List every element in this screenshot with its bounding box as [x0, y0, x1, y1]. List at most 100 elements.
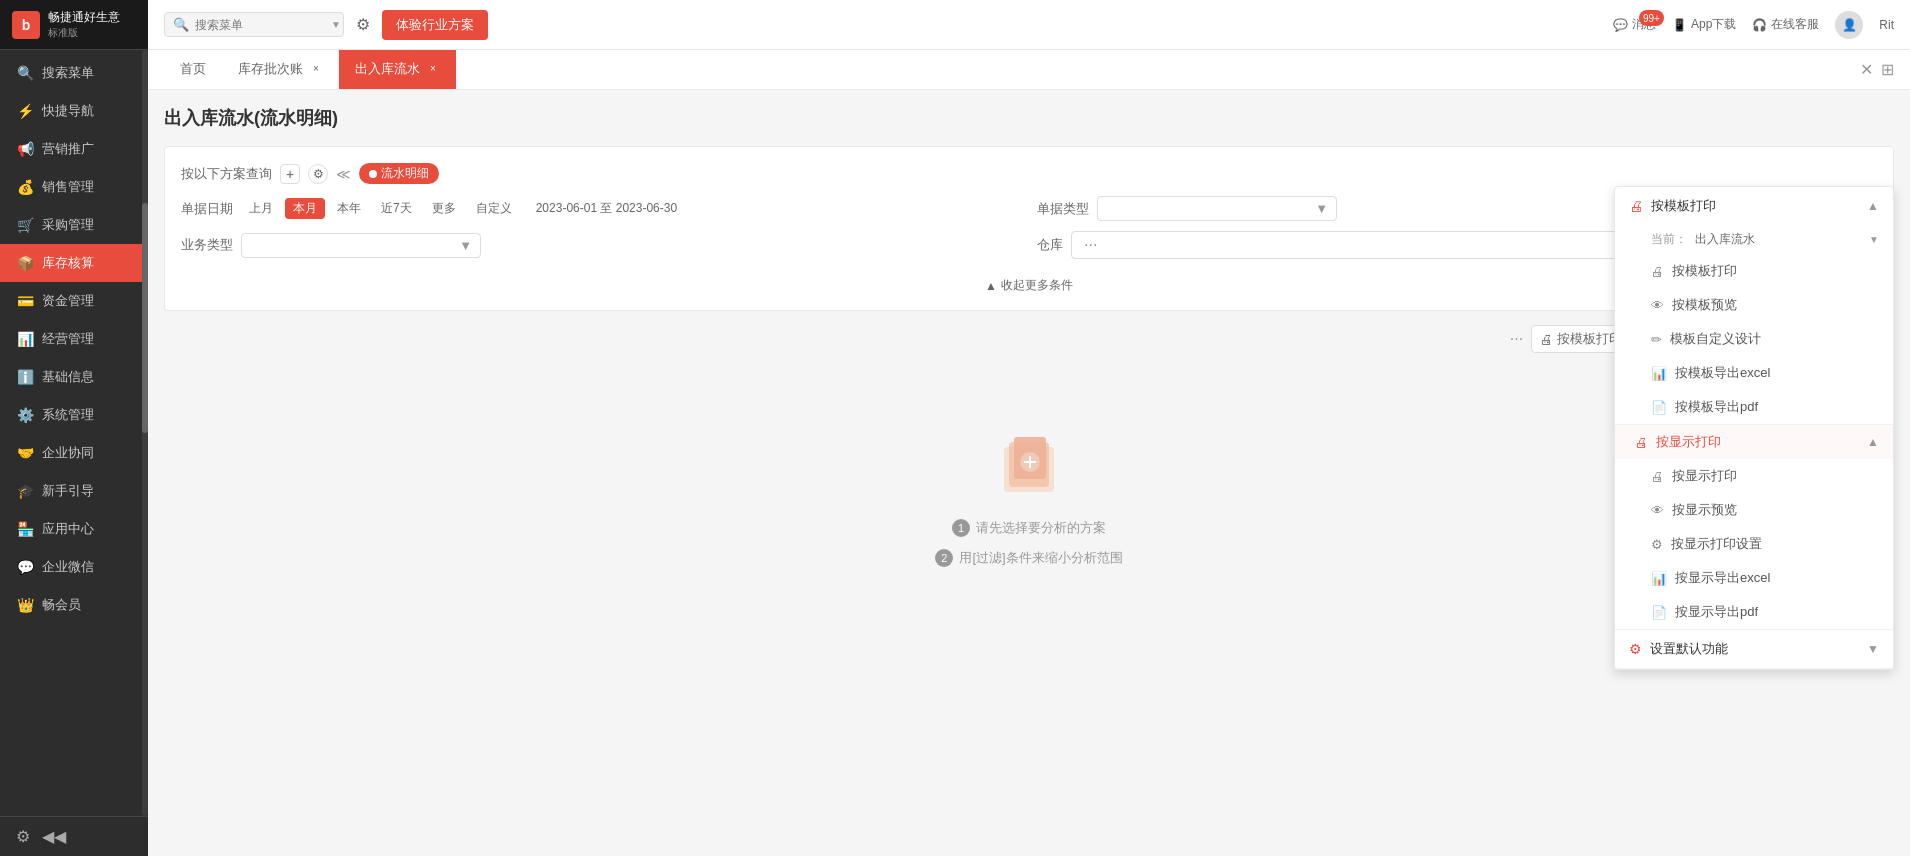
tab-inventory-flow[interactable]: 出入库流水 ×	[339, 50, 456, 89]
display-print-section: 🖨 按显示打印 ▲ 🖨 按显示打印 👁 按显示预览 ⚙ 按显示打印设置	[1615, 425, 1893, 630]
dropdown-current-label: 当前：	[1651, 231, 1687, 248]
display-preview-label: 按显示预览	[1672, 501, 1737, 519]
sidebar-item-wechat[interactable]: 💬 企业微信	[0, 548, 148, 586]
biztype-select[interactable]: ▼	[241, 233, 481, 258]
search-icon: 🔍	[16, 65, 34, 81]
default-header-icon: ⚙	[1629, 641, 1642, 657]
system-icon: ⚙️	[16, 407, 34, 423]
dropdown-item-display-settings[interactable]: ⚙ 按显示打印设置	[1615, 527, 1893, 561]
search-chevron-icon: ▼	[331, 19, 341, 30]
sidebar-item-apps[interactable]: 🏪 应用中心	[0, 510, 148, 548]
display-excel-icon: 📊	[1651, 571, 1667, 586]
sidebar-item-label-system: 系统管理	[42, 406, 94, 424]
tab-close-window-icon[interactable]: ✕	[1860, 60, 1873, 79]
search-icon: 🔍	[173, 17, 189, 32]
sidebar-item-marketing[interactable]: 📢 营销推广	[0, 130, 148, 168]
sidebar-item-operation[interactable]: 📊 经营管理	[0, 320, 148, 358]
sidebar-footer: ⚙ ◀◀	[0, 816, 148, 856]
sidebar-nav: 🔍 搜索菜单 ⚡ 快捷导航 📢 营销推广 💰 销售管理 🛒 采购管理 📦 库存核…	[0, 50, 148, 816]
tab-inventory-flow-label: 出入库流水	[355, 60, 420, 78]
filter-settings-button[interactable]: ⚙	[308, 164, 328, 184]
wechat-icon: 💬	[16, 559, 34, 575]
sidebar-item-sales[interactable]: 💰 销售管理	[0, 168, 148, 206]
avatar[interactable]: 👤	[1835, 11, 1863, 39]
trial-button[interactable]: 体验行业方案	[382, 10, 488, 40]
message-button[interactable]: 💬 消息 99+	[1613, 16, 1656, 33]
display-pdf-icon: 📄	[1651, 605, 1667, 620]
date-opt-last-month[interactable]: 上月	[241, 198, 281, 219]
dropdown-current-chevron-icon: ▼	[1869, 234, 1879, 245]
sidebar-item-label-finance: 资金管理	[42, 292, 94, 310]
collapse-more-button[interactable]: ▲ 收起更多条件	[985, 277, 1073, 294]
tab-inventory-flow-close[interactable]: ×	[426, 62, 440, 76]
date-opt-custom[interactable]: 自定义	[468, 198, 520, 219]
display-preview-icon: 👁	[1651, 503, 1664, 518]
tab-inventory-batch[interactable]: 库存批次账 ×	[222, 50, 339, 89]
sidebar-item-quick-nav[interactable]: ⚡ 快捷导航	[0, 92, 148, 130]
date-opt-this-year[interactable]: 本年	[329, 198, 369, 219]
date-opt-more[interactable]: 更多	[424, 198, 464, 219]
search-box[interactable]: 🔍 ▼	[164, 12, 344, 37]
sidebar-item-enterprise[interactable]: 🤝 企业协同	[0, 434, 148, 472]
filter-active-tag[interactable]: 流水明细	[359, 163, 439, 184]
service-label: 在线客服	[1771, 16, 1819, 33]
topbar-gear-icon[interactable]: ⚙	[356, 15, 370, 34]
action-more-icon[interactable]: ···	[1510, 330, 1523, 348]
purchase-icon: 🛒	[16, 217, 34, 233]
date-opt-7days[interactable]: 近7天	[373, 198, 420, 219]
sales-icon: 💰	[16, 179, 34, 195]
settings-icon[interactable]: ⚙	[16, 827, 30, 846]
print-label: 按模板打印	[1557, 330, 1622, 348]
display-print-sub-header-left: 🖨 按显示打印	[1635, 433, 1721, 451]
sidebar-item-search[interactable]: 🔍 搜索菜单	[0, 54, 148, 92]
tab-inventory-batch-label: 库存批次账	[238, 60, 303, 78]
template-print-header[interactable]: 🖨 按模板打印 ▲	[1615, 187, 1893, 225]
sidebar-item-basic[interactable]: ℹ️ 基础信息	[0, 358, 148, 396]
message-icon: 💬	[1613, 18, 1628, 32]
sidebar-item-purchase[interactable]: 🛒 采购管理	[0, 206, 148, 244]
filter-add-button[interactable]: +	[280, 164, 300, 184]
sidebar-item-member[interactable]: 👑 畅会员	[0, 586, 148, 624]
search-input[interactable]	[195, 18, 325, 32]
dropdown-item-display-excel[interactable]: 📊 按显示导出excel	[1615, 561, 1893, 595]
sidebar-item-label-marketing: 营销推广	[42, 140, 94, 158]
dropdown-item-display-print[interactable]: 🖨 按显示打印	[1615, 459, 1893, 493]
display-pdf-label: 按显示导出pdf	[1675, 603, 1758, 621]
collapse-sidebar-icon[interactable]: ◀◀	[42, 827, 66, 846]
display-print-sub-header[interactable]: 🖨 按显示打印 ▲	[1615, 425, 1893, 459]
app-download-button[interactable]: 📱 App下载	[1672, 16, 1736, 33]
dropdown-item-template-design[interactable]: ✏ 模板自定义设计	[1615, 322, 1893, 356]
warehouse-dots-icon[interactable]: ···	[1084, 236, 1097, 254]
tab-inventory-batch-close[interactable]: ×	[309, 62, 323, 76]
filter-group-date: 单据日期 上月 本月 本年 近7天 更多 自定义 2023-06-01 至 20…	[181, 198, 1021, 219]
online-service-button[interactable]: 🎧 在线客服	[1752, 16, 1819, 33]
operation-icon: 📊	[16, 331, 34, 347]
default-header[interactable]: ⚙ 设置默认功能 ▼	[1615, 630, 1893, 668]
guide-icon: 🎓	[16, 483, 34, 499]
sidebar-item-system[interactable]: ⚙️ 系统管理	[0, 396, 148, 434]
service-icon: 🎧	[1752, 18, 1767, 32]
app-download-icon: 📱	[1672, 18, 1687, 32]
dropdown-item-template-preview[interactable]: 👁 按模板预览	[1615, 288, 1893, 322]
date-range-value: 2023-06-01 至 2023-06-30	[536, 200, 677, 217]
sidebar-item-label-guide: 新手引导	[42, 482, 94, 500]
voucher-type-select[interactable]: ▼	[1097, 196, 1337, 221]
member-icon: 👑	[16, 597, 34, 613]
filter-collapse-icon[interactable]: ≪	[336, 166, 351, 182]
tab-maximize-icon[interactable]: ⊞	[1881, 60, 1894, 79]
dropdown-item-template-excel[interactable]: 📊 按模板导出excel	[1615, 356, 1893, 390]
template-pdf-label: 按模板导出pdf	[1675, 398, 1758, 416]
dropdown-item-display-pdf[interactable]: 📄 按显示导出pdf	[1615, 595, 1893, 629]
sidebar-item-finance[interactable]: 💳 资金管理	[0, 282, 148, 320]
tab-home[interactable]: 首页	[164, 50, 222, 89]
template-print-header-chevron-icon: ▲	[1867, 199, 1879, 213]
sidebar-item-inventory[interactable]: 📦 库存核算	[0, 244, 148, 282]
dropdown-item-template-pdf[interactable]: 📄 按模板导出pdf	[1615, 390, 1893, 424]
template-excel-label: 按模板导出excel	[1675, 364, 1770, 382]
dropdown-item-template-print[interactable]: 🖨 按模板打印	[1615, 254, 1893, 288]
dropdown-item-display-preview[interactable]: 👁 按显示预览	[1615, 493, 1893, 527]
date-options: 上月 本月 本年 近7天 更多 自定义	[241, 198, 520, 219]
date-opt-this-month[interactable]: 本月	[285, 198, 325, 219]
sidebar-item-label-enterprise: 企业协同	[42, 444, 94, 462]
sidebar-item-guide[interactable]: 🎓 新手引导	[0, 472, 148, 510]
